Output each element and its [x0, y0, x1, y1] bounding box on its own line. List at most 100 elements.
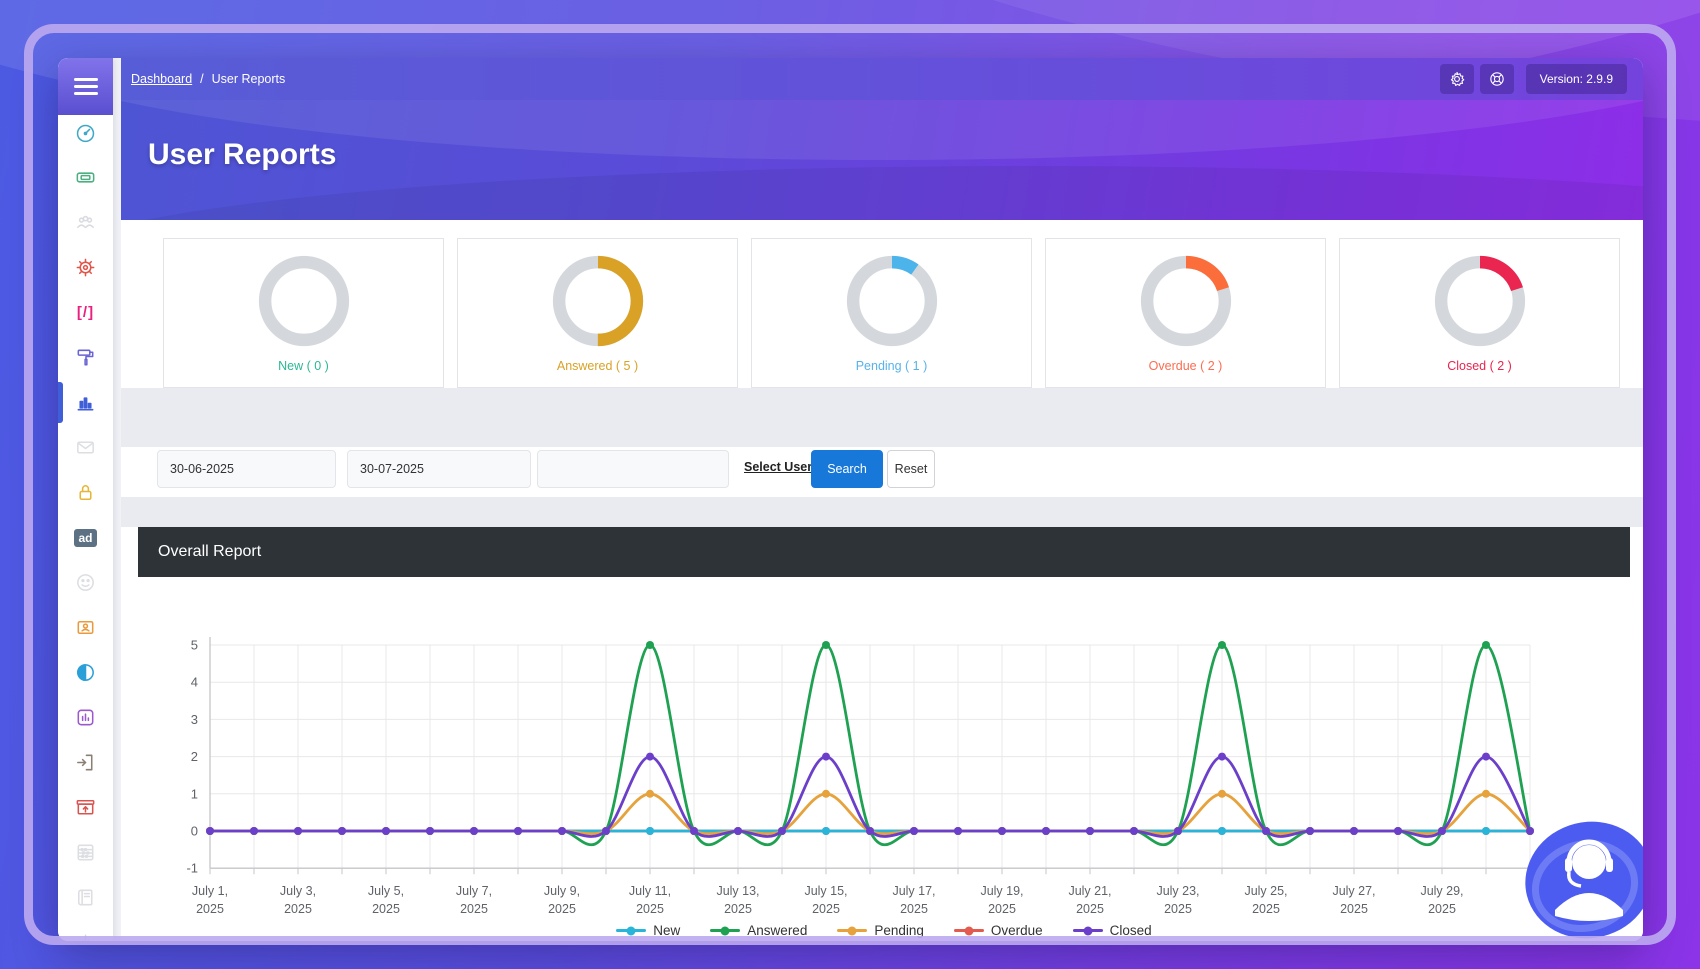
screen-background: [/] ad Dashboard / User Reports Version:…: [0, 0, 1700, 969]
chart-legend: New Answered Pending Overdue Closed: [138, 923, 1630, 938]
page-title: User Reports: [148, 138, 337, 171]
menu-toggle-button[interactable]: [58, 58, 113, 115]
svg-text:July 11,: July 11,: [629, 884, 671, 898]
reset-button[interactable]: Reset: [887, 450, 935, 488]
legend-item-overdue[interactable]: Overdue: [953, 923, 1043, 938]
svg-text:2025: 2025: [196, 902, 224, 916]
user-input[interactable]: [537, 450, 729, 488]
legend-item-closed[interactable]: Closed: [1072, 923, 1152, 938]
legend-marker: [710, 929, 741, 932]
ad-badge-icon: ad: [74, 528, 97, 547]
sidebar-item-gear[interactable]: [58, 245, 113, 290]
sidebar-item-ticket[interactable]: [58, 155, 113, 200]
svg-text:2025: 2025: [284, 902, 312, 916]
lock-icon: [74, 481, 97, 504]
gear-icon: [74, 256, 97, 279]
legend-marker: [1072, 929, 1103, 932]
svg-text:2025: 2025: [460, 902, 488, 916]
sidebar-item-chart-box[interactable]: [58, 695, 113, 740]
version-badge: Version: 2.9.9: [1525, 64, 1627, 94]
sidebar-item-code-brackets[interactable]: [/]: [58, 290, 113, 335]
donut-chart-closed: [1434, 255, 1525, 347]
svg-text:2025: 2025: [1340, 902, 1368, 916]
section-gap: [121, 497, 1643, 527]
support-chat-button[interactable]: [1523, 814, 1643, 941]
status-card-overdue[interactable]: Overdue ( 2 ): [1045, 238, 1326, 388]
section-gap: [121, 388, 1643, 447]
status-card-label: Answered ( 5 ): [556, 359, 639, 373]
legend-item-answered[interactable]: Answered: [710, 923, 807, 938]
breadcrumb-separator: /: [200, 72, 204, 86]
settings-button[interactable]: [1439, 64, 1474, 94]
status-card-answered[interactable]: Answered ( 5 ): [457, 238, 738, 388]
login-icon: [74, 751, 97, 774]
svg-text:2025: 2025: [636, 902, 664, 916]
sidebar-item-lock[interactable]: [58, 470, 113, 515]
sidebar: [/] ad: [58, 58, 113, 941]
svg-text:2025: 2025: [900, 902, 928, 916]
svg-text:2025: 2025: [812, 902, 840, 916]
svg-text:2025: 2025: [1428, 902, 1456, 916]
id-card-icon: [74, 616, 97, 639]
support-help-button[interactable]: [1479, 64, 1514, 94]
book-icon: [74, 886, 97, 909]
legend-item-new[interactable]: New: [616, 923, 680, 938]
filter-bar: Select User Search Reset: [121, 447, 1643, 497]
sidebar-item-download[interactable]: [58, 920, 113, 941]
svg-text:July 15,: July 15,: [804, 884, 847, 898]
svg-text:2025: 2025: [724, 902, 752, 916]
sidebar-item-paint-roller[interactable]: [58, 335, 113, 380]
smiley-icon: [74, 571, 97, 594]
sidebar-item-abacus[interactable]: [58, 830, 113, 875]
hamburger-menu-icon: [73, 74, 98, 99]
archive-up-icon: [74, 796, 97, 819]
status-card-label: Pending ( 1 ): [855, 359, 928, 373]
sidebar-item-ad-badge[interactable]: ad: [58, 515, 113, 560]
svg-text:July 3,: July 3,: [280, 884, 316, 898]
sidebar-item-book[interactable]: [58, 875, 113, 920]
sidebar-item-login[interactable]: [58, 740, 113, 785]
svg-text:July 19,: July 19,: [980, 884, 1023, 898]
donut-chart-answered: [552, 255, 643, 347]
svg-text:July 23,: July 23,: [1156, 884, 1199, 898]
svg-text:2025: 2025: [372, 902, 400, 916]
sidebar-item-id-card[interactable]: [58, 605, 113, 650]
sidebar-item-gauge[interactable]: [58, 110, 113, 155]
svg-text:July 9,: July 9,: [544, 884, 580, 898]
select-user-link[interactable]: Select User: [744, 460, 812, 474]
status-card-closed[interactable]: Closed ( 2 ): [1339, 238, 1620, 388]
legend-marker: [616, 929, 647, 932]
svg-text:July 25,: July 25,: [1244, 884, 1287, 898]
svg-text:July 7,: July 7,: [456, 884, 492, 898]
legend-label: Closed: [1109, 923, 1152, 938]
svg-text:July 29,: July 29,: [1420, 884, 1463, 898]
legend-item-pending[interactable]: Pending: [837, 923, 924, 938]
status-card-new[interactable]: New ( 0 ): [163, 238, 444, 388]
contrast-icon: [74, 661, 97, 684]
gauge-icon: [74, 121, 97, 144]
overall-report-panel: Overall Report -1 0 1 2 3 4 5 July 1, 2025 July 3…: [138, 527, 1630, 941]
status-card-pending[interactable]: Pending ( 1 ): [751, 238, 1032, 388]
search-button[interactable]: Search: [811, 450, 883, 488]
sidebar-item-smiley[interactable]: [58, 560, 113, 605]
legend-marker: [837, 929, 868, 932]
date-from-input[interactable]: [157, 450, 336, 488]
sidebar-item-bar-chart[interactable]: [58, 380, 113, 425]
sidebar-item-contrast[interactable]: [58, 650, 113, 695]
donut-chart-new: [258, 255, 349, 347]
svg-text:2025: 2025: [548, 902, 576, 916]
sidebar-item-users[interactable]: [58, 200, 113, 245]
date-to-input[interactable]: [347, 450, 531, 488]
sidebar-item-mail[interactable]: [58, 425, 113, 470]
svg-text:July 27,: July 27,: [1332, 884, 1375, 898]
sidebar-divider: [113, 58, 121, 941]
app-window: [/] ad Dashboard / User Reports Version:…: [58, 58, 1643, 941]
breadcrumb-dashboard-link[interactable]: Dashboard: [131, 72, 192, 86]
svg-text:0: 0: [191, 824, 198, 839]
svg-text:1: 1: [191, 786, 198, 801]
abacus-icon: [74, 841, 97, 864]
sidebar-item-archive-up[interactable]: [58, 785, 113, 830]
svg-text:5: 5: [191, 638, 198, 653]
users-icon: [74, 211, 97, 234]
svg-text:2: 2: [191, 749, 198, 764]
